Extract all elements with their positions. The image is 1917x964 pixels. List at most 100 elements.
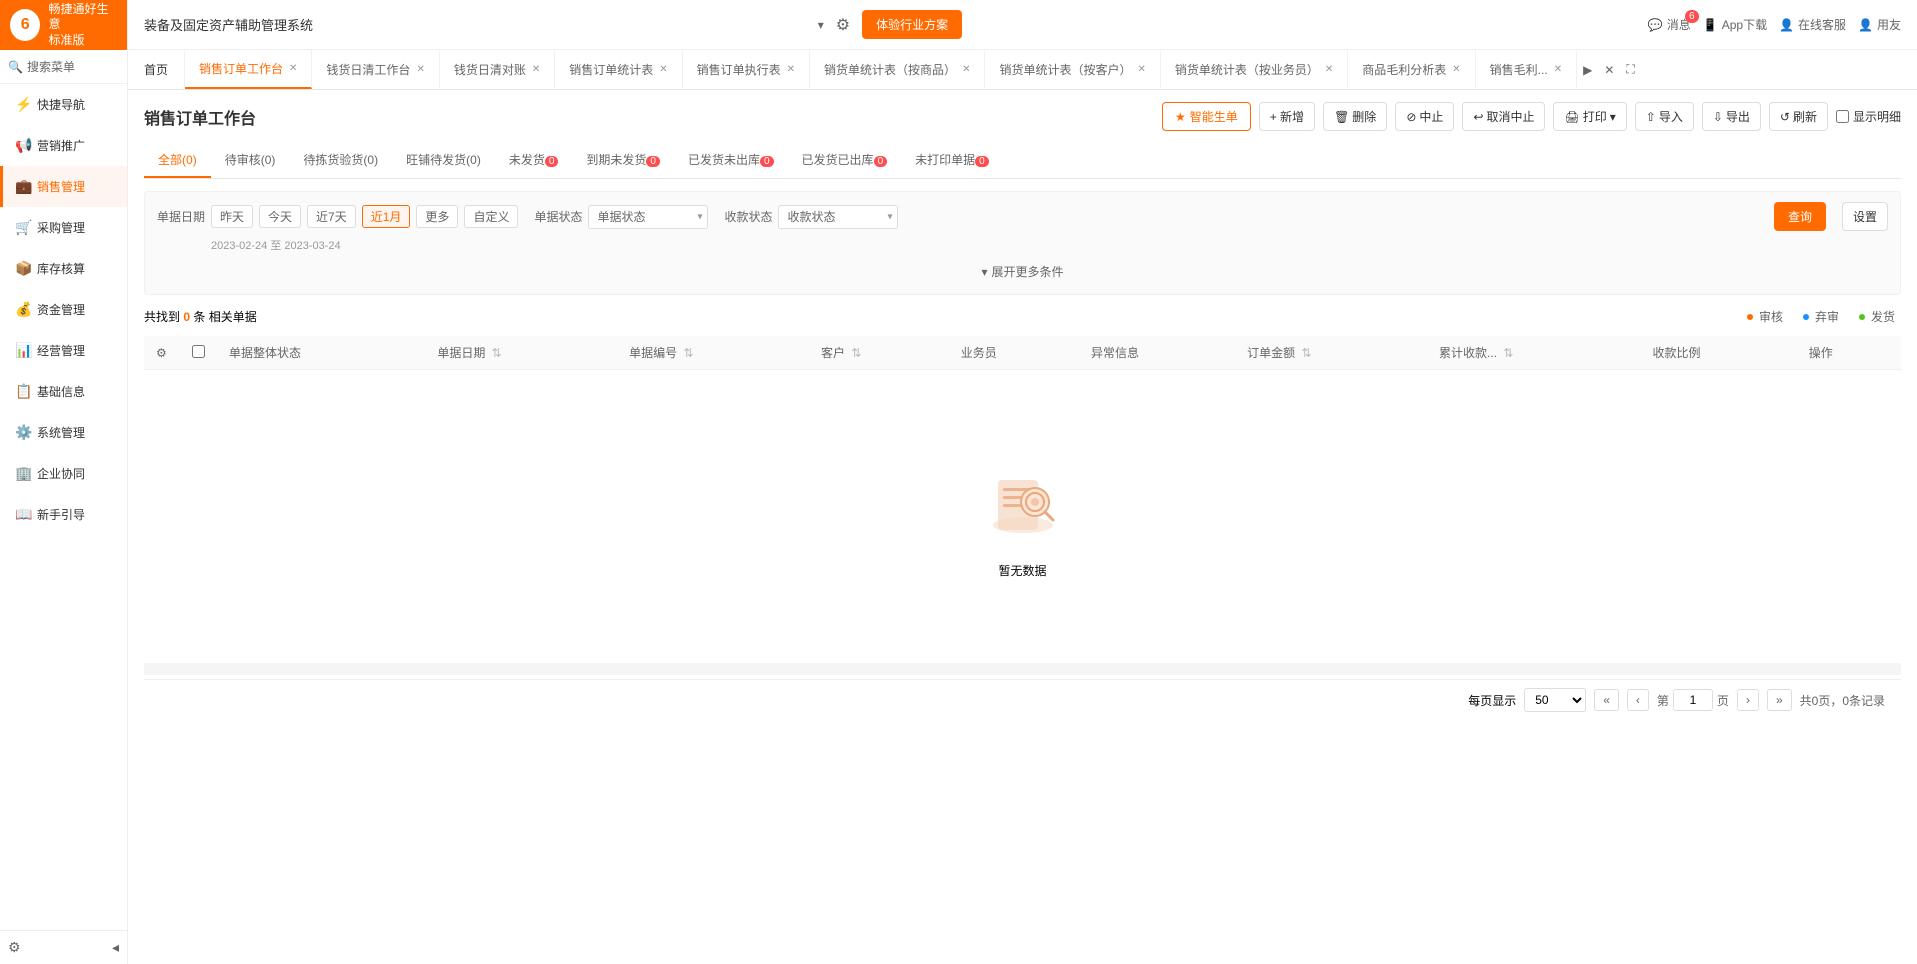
cancel-audit-btn[interactable]: 弃审 [1797,305,1845,328]
date-sort-icon[interactable]: ⇅ [492,346,502,360]
show-detail-checkbox[interactable]: 显示明细 [1836,108,1901,125]
filter-tab-pending-inspect[interactable]: 待拣货验货(0) [289,143,392,178]
prev-page-btn[interactable]: ‹ [1627,689,1649,711]
payment-select-wrapper: 收款状态 [778,205,898,229]
tab-sales-summary-staff[interactable]: 销货单统计表（按业务员） ✕ [1161,51,1348,88]
refresh-btn[interactable]: ↺ 刷新 [1769,102,1828,131]
tab-close-cash-daily[interactable]: ✕ [416,64,424,75]
date-custom-btn[interactable]: 自定义 [464,205,518,228]
stop-btn[interactable]: ⊘ 中止 [1395,102,1454,131]
filter-tab-shipped-out[interactable]: 已发货已出库0 [788,143,902,178]
sidebar-item-purchase[interactable]: 🛒 采购管理 [0,207,127,248]
tab-close-sales-stats[interactable]: ✕ [659,64,667,75]
tab-close-sales-workbench[interactable]: ✕ [289,63,297,74]
filter-tab-all[interactable]: 全部(0) [144,143,211,178]
tab-close-all-btn[interactable]: ✕ [1598,63,1620,77]
app-download-btn[interactable]: 📱 App下载 [1703,16,1767,33]
sidebar-item-system[interactable]: ⚙️ 系统管理 [0,412,127,453]
date-more-btn[interactable]: 更多 [416,205,458,228]
tab-close-sales-exec[interactable]: ✕ [787,64,795,75]
collapse-icon[interactable]: ◂ [112,939,119,956]
page-size-select[interactable]: 50 [1524,688,1586,712]
tab-cash-daily[interactable]: 钱货日清工作台 ✕ [312,51,439,88]
print-btn[interactable]: 🖨 打印 ▾ [1553,102,1626,131]
cancel-stop-icon: ↩ [1473,110,1483,124]
col-operation-label: 操作 [1809,346,1833,360]
add-btn[interactable]: + 新增 [1259,102,1315,131]
export-btn[interactable]: ⇩ 导出 [1702,102,1761,131]
delete-btn[interactable]: 🗑 删除 [1323,102,1387,131]
tab-sales-stats[interactable]: 销售订单统计表 ✕ [555,51,682,88]
sidebar-item-marketing[interactable]: 📢 营销推广 [0,125,127,166]
user-btn[interactable]: 👤 用友 [1858,16,1901,33]
sidebar-item-inventory[interactable]: 📦 库存核算 [0,248,127,289]
tabs-overflow-btn[interactable]: ▶ [1577,63,1598,77]
date-yesterday-btn[interactable]: 昨天 [211,205,253,228]
settings-icon[interactable]: ⚙ [8,939,21,956]
sidebar-item-guide[interactable]: 📖 新手引导 [0,494,127,535]
smart-btn-label: 智能生单 [1190,108,1238,125]
show-detail-input[interactable] [1836,110,1849,123]
tab-close-gross-profit[interactable]: ✕ [1452,64,1460,75]
filter-setting-btn[interactable]: 设置 [1842,202,1888,231]
filter-tab-wangpu[interactable]: 旺铺待发货(0) [392,143,495,178]
tab-maximize-btn[interactable]: ⛶ [1620,62,1640,77]
sidebar-item-enterprise[interactable]: 🏢 企业协同 [0,453,127,494]
filter-tab-no-print[interactable]: 未打印单据0 [901,143,1003,178]
tab-cash-reconcile[interactable]: 钱货日清对账 ✕ [440,51,555,88]
tab-close-sales-more[interactable]: ✕ [1554,64,1562,75]
customer-sort-icon[interactable]: ⇅ [851,346,861,360]
amount-sort-icon[interactable]: ⇅ [1302,346,1312,360]
table-select-all[interactable] [192,345,205,358]
status-select[interactable]: 单据状态 [588,205,708,229]
message-btn[interactable]: 💬 消息 6 [1648,16,1691,33]
tab-sales-exec[interactable]: 销售订单执行表 ✕ [683,51,810,88]
payment-select[interactable]: 收款状态 [778,205,898,229]
page-title: 销售订单工作台 [144,105,256,129]
date-today-btn[interactable]: 今天 [259,205,301,228]
date-1month-btn[interactable]: 近1月 [362,205,411,228]
filter-tab-expired-no-ship[interactable]: 到期未发货0 [572,143,674,178]
tab-sales-more[interactable]: 销售毛利... ✕ [1476,51,1577,88]
col-ratio: 收款比例 [1641,336,1797,370]
date-7days-btn[interactable]: 近7天 [307,205,356,228]
col-setting-icon[interactable]: ⚙ [156,346,167,360]
tab-close-sales-summary-staff[interactable]: ✕ [1325,64,1333,75]
cancel-stop-btn[interactable]: ↩ 取消中止 [1462,102,1545,131]
col-collected: 累计收款... ⇅ [1427,336,1641,370]
filter-tab-pending-audit[interactable]: 待审核(0) [211,143,290,178]
tab-sales-workbench[interactable]: 销售订单工作台 ✕ [185,50,312,89]
last-page-btn[interactable]: » [1767,689,1792,711]
audit-btn[interactable]: 审核 [1741,305,1789,328]
tab-gross-profit[interactable]: 商品毛利分析表 ✕ [1348,51,1475,88]
tab-home[interactable]: 首页 [128,51,185,88]
tab-close-sales-summary-customer[interactable]: ✕ [1137,64,1145,75]
search-btn[interactable]: 查询 [1774,202,1826,231]
gear-settings-icon[interactable]: ⚙ [836,15,850,35]
tab-close-cash-reconcile[interactable]: ✕ [532,64,540,75]
sidebar-item-finance[interactable]: 💰 资金管理 [0,289,127,330]
next-page-btn[interactable]: › [1737,689,1759,711]
page-input[interactable] [1673,689,1713,711]
tab-close-sales-summary-product[interactable]: ✕ [962,64,970,75]
expand-icon[interactable]: ▾ [818,18,824,32]
experience-btn[interactable]: 体验行业方案 [862,10,962,39]
online-service-btn[interactable]: 👤 在线客服 [1779,16,1846,33]
tab-sales-summary-product[interactable]: 销货单统计表（按商品） ✕ [810,51,985,88]
expand-more-btn[interactable]: ▾ 展开更多条件 [973,259,1071,284]
sidebar-item-sales[interactable]: 💼 销售管理 [0,166,127,207]
first-page-btn[interactable]: « [1594,689,1619,711]
ship-btn[interactable]: 发货 [1853,305,1901,328]
import-btn[interactable]: ⇧ 导入 [1635,102,1694,131]
collected-sort-icon[interactable]: ⇅ [1503,346,1513,360]
sidebar-item-operation[interactable]: 📊 经营管理 [0,330,127,371]
search-menu-item[interactable]: 🔍 搜索菜单 [0,50,127,84]
filter-tab-no-ship[interactable]: 未发货0 [495,143,573,178]
number-sort-icon[interactable]: ⇅ [684,346,694,360]
tab-sales-summary-customer[interactable]: 销货单统计表（按客户） ✕ [985,51,1160,88]
horizontal-scrollbar[interactable] [144,663,1901,675]
smart-btn[interactable]: ★ 智能生单 [1162,102,1251,131]
sidebar-item-basic[interactable]: 📋 基础信息 [0,371,127,412]
filter-tab-shipped-no-out[interactable]: 已发货未出库0 [674,143,788,178]
sidebar-item-quick-nav[interactable]: ⚡ 快捷导航 [0,84,127,125]
